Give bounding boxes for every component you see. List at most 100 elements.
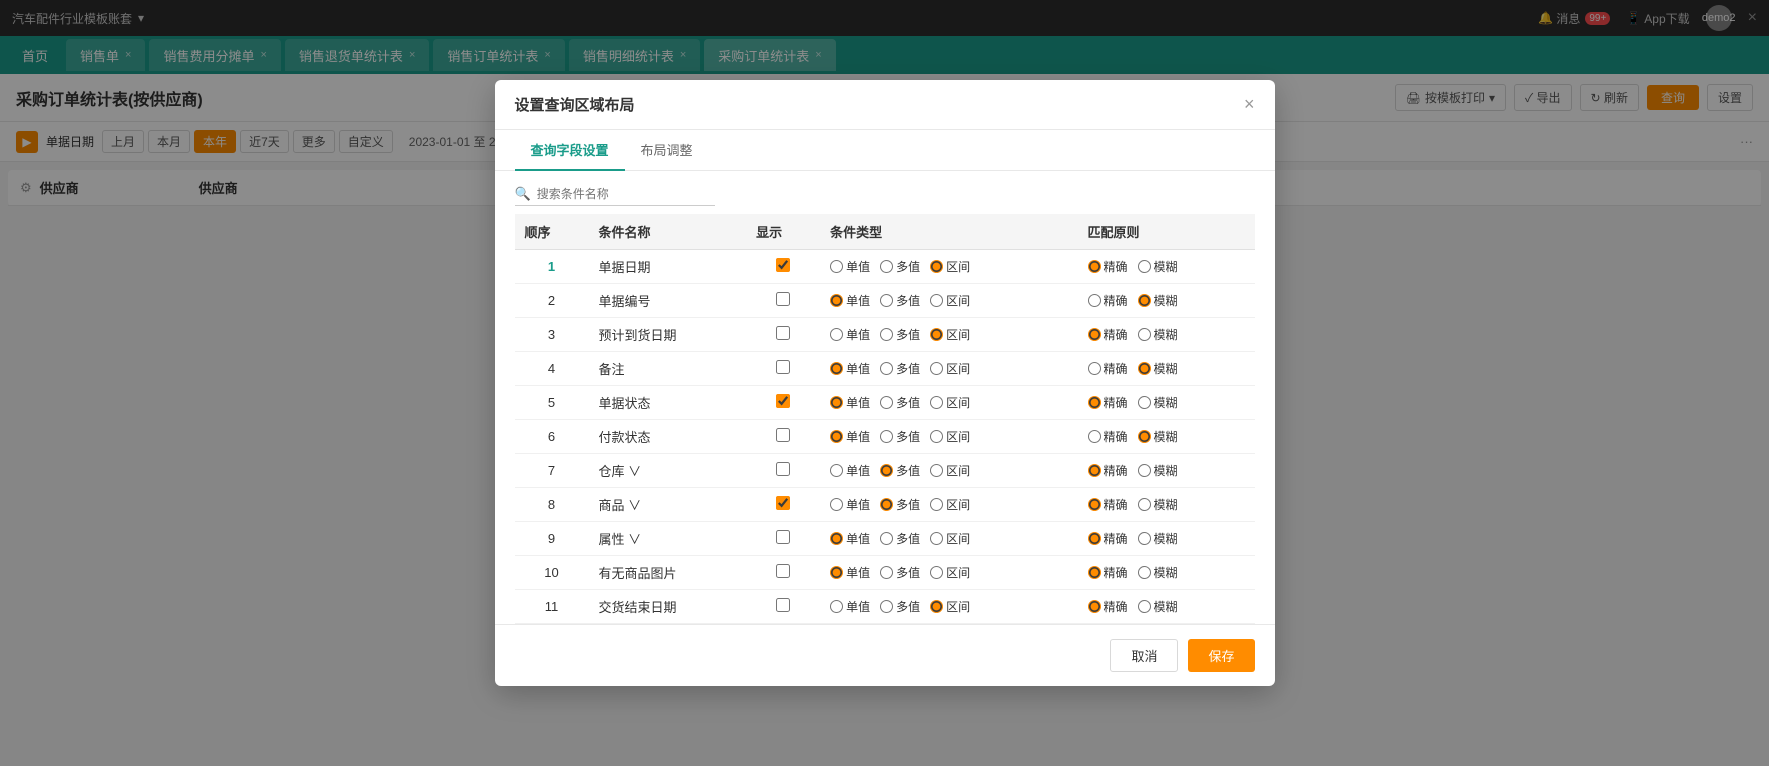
type-option[interactable]: 区间 bbox=[930, 258, 970, 275]
table-row: 5单据状态单值多值区间精确模糊 bbox=[515, 386, 1255, 420]
type-option[interactable]: 区间 bbox=[930, 530, 970, 547]
type-option[interactable]: 单值 bbox=[830, 564, 870, 581]
type-option[interactable]: 多值 bbox=[880, 394, 920, 411]
type-option[interactable]: 单值 bbox=[830, 292, 870, 309]
type-option[interactable]: 区间 bbox=[930, 292, 970, 309]
type-option[interactable]: 区间 bbox=[930, 564, 970, 581]
type-option[interactable]: 单值 bbox=[830, 496, 870, 513]
row-display[interactable] bbox=[746, 590, 820, 624]
row-display[interactable] bbox=[746, 250, 820, 284]
table-row: 6付款状态单值多值区间精确模糊 bbox=[515, 420, 1255, 454]
display-checkbox[interactable] bbox=[776, 462, 790, 476]
row-match: 精确模糊 bbox=[1078, 488, 1255, 522]
display-checkbox[interactable] bbox=[776, 292, 790, 306]
modal-close-button[interactable]: × bbox=[1244, 94, 1255, 115]
type-option[interactable]: 单值 bbox=[830, 428, 870, 445]
type-option[interactable]: 区间 bbox=[930, 462, 970, 479]
type-option[interactable]: 单值 bbox=[830, 258, 870, 275]
match-option[interactable]: 精确 bbox=[1088, 530, 1128, 547]
type-option[interactable]: 单值 bbox=[830, 360, 870, 377]
match-option[interactable]: 精确 bbox=[1088, 598, 1128, 615]
modal-header: 设置查询区域布局 × bbox=[495, 80, 1275, 130]
row-display[interactable] bbox=[746, 284, 820, 318]
match-option[interactable]: 精确 bbox=[1088, 496, 1128, 513]
row-display[interactable] bbox=[746, 386, 820, 420]
row-display[interactable] bbox=[746, 454, 820, 488]
match-option[interactable]: 模糊 bbox=[1138, 360, 1178, 377]
match-option[interactable]: 精确 bbox=[1088, 564, 1128, 581]
col-header-seq: 顺序 bbox=[515, 214, 589, 250]
table-row: 8商品 ∨单值多值区间精确模糊 bbox=[515, 488, 1255, 522]
row-display[interactable] bbox=[746, 522, 820, 556]
modal-tab-layout[interactable]: 布局调整 bbox=[625, 130, 709, 171]
type-option[interactable]: 多值 bbox=[880, 258, 920, 275]
display-checkbox[interactable] bbox=[776, 394, 790, 408]
row-type: 单值多值区间 bbox=[820, 488, 1077, 522]
cancel-button[interactable]: 取消 bbox=[1110, 639, 1178, 672]
row-name: 预计到货日期 bbox=[589, 318, 747, 352]
modal-tab-query-fields[interactable]: 查询字段设置 bbox=[515, 130, 625, 171]
type-option[interactable]: 多值 bbox=[880, 326, 920, 343]
match-option[interactable]: 精确 bbox=[1088, 462, 1128, 479]
row-display[interactable] bbox=[746, 420, 820, 454]
match-option[interactable]: 模糊 bbox=[1138, 394, 1178, 411]
match-option[interactable]: 模糊 bbox=[1138, 598, 1178, 615]
row-display[interactable] bbox=[746, 318, 820, 352]
save-button[interactable]: 保存 bbox=[1188, 639, 1254, 672]
type-option[interactable]: 区间 bbox=[930, 360, 970, 377]
search-input[interactable] bbox=[537, 183, 697, 205]
row-type: 单值多值区间 bbox=[820, 318, 1077, 352]
match-option[interactable]: 模糊 bbox=[1138, 258, 1178, 275]
modal-table-wrap: 顺序 条件名称 显示 条件类型 匹配原则 1单据日期单值多值区间精确模糊2单据编… bbox=[495, 214, 1275, 624]
display-checkbox[interactable] bbox=[776, 360, 790, 374]
type-option[interactable]: 多值 bbox=[880, 564, 920, 581]
type-option[interactable]: 多值 bbox=[880, 530, 920, 547]
row-seq: 8 bbox=[515, 488, 589, 522]
type-option[interactable]: 区间 bbox=[930, 496, 970, 513]
row-display[interactable] bbox=[746, 488, 820, 522]
match-option[interactable]: 模糊 bbox=[1138, 564, 1178, 581]
type-option[interactable]: 多值 bbox=[880, 360, 920, 377]
match-option[interactable]: 精确 bbox=[1088, 428, 1128, 445]
type-option[interactable]: 多值 bbox=[880, 292, 920, 309]
type-option[interactable]: 单值 bbox=[830, 462, 870, 479]
match-option[interactable]: 模糊 bbox=[1138, 292, 1178, 309]
type-option[interactable]: 单值 bbox=[830, 394, 870, 411]
match-option[interactable]: 精确 bbox=[1088, 326, 1128, 343]
conditions-table: 顺序 条件名称 显示 条件类型 匹配原则 1单据日期单值多值区间精确模糊2单据编… bbox=[515, 214, 1255, 624]
match-option[interactable]: 模糊 bbox=[1138, 530, 1178, 547]
type-option[interactable]: 区间 bbox=[930, 428, 970, 445]
match-option[interactable]: 模糊 bbox=[1138, 428, 1178, 445]
match-option[interactable]: 模糊 bbox=[1138, 326, 1178, 343]
type-option[interactable]: 单值 bbox=[830, 326, 870, 343]
match-option[interactable]: 精确 bbox=[1088, 394, 1128, 411]
row-display[interactable] bbox=[746, 352, 820, 386]
row-display[interactable] bbox=[746, 556, 820, 590]
display-checkbox[interactable] bbox=[776, 564, 790, 578]
type-option[interactable]: 多值 bbox=[880, 496, 920, 513]
row-name: 备注 bbox=[589, 352, 747, 386]
display-checkbox[interactable] bbox=[776, 496, 790, 510]
table-row: 7仓库 ∨单值多值区间精确模糊 bbox=[515, 454, 1255, 488]
type-option[interactable]: 多值 bbox=[880, 428, 920, 445]
match-option[interactable]: 模糊 bbox=[1138, 496, 1178, 513]
match-option[interactable]: 精确 bbox=[1088, 292, 1128, 309]
type-option[interactable]: 单值 bbox=[830, 598, 870, 615]
type-option[interactable]: 区间 bbox=[930, 326, 970, 343]
match-option[interactable]: 精确 bbox=[1088, 258, 1128, 275]
type-option[interactable]: 单值 bbox=[830, 530, 870, 547]
display-checkbox[interactable] bbox=[776, 428, 790, 442]
match-option[interactable]: 模糊 bbox=[1138, 462, 1178, 479]
row-type: 单值多值区间 bbox=[820, 250, 1077, 284]
row-type: 单值多值区间 bbox=[820, 386, 1077, 420]
display-checkbox[interactable] bbox=[776, 530, 790, 544]
page-area: 采购订单统计表(按供应商) 🖨 按模板打印 ▾ ✓ 导出 ↻ 刷新 查询 设置 bbox=[0, 74, 1769, 766]
match-option[interactable]: 精确 bbox=[1088, 360, 1128, 377]
display-checkbox[interactable] bbox=[776, 326, 790, 340]
type-option[interactable]: 多值 bbox=[880, 598, 920, 615]
type-option[interactable]: 区间 bbox=[930, 598, 970, 615]
display-checkbox[interactable] bbox=[776, 258, 790, 272]
display-checkbox[interactable] bbox=[776, 598, 790, 612]
type-option[interactable]: 多值 bbox=[880, 462, 920, 479]
type-option[interactable]: 区间 bbox=[930, 394, 970, 411]
